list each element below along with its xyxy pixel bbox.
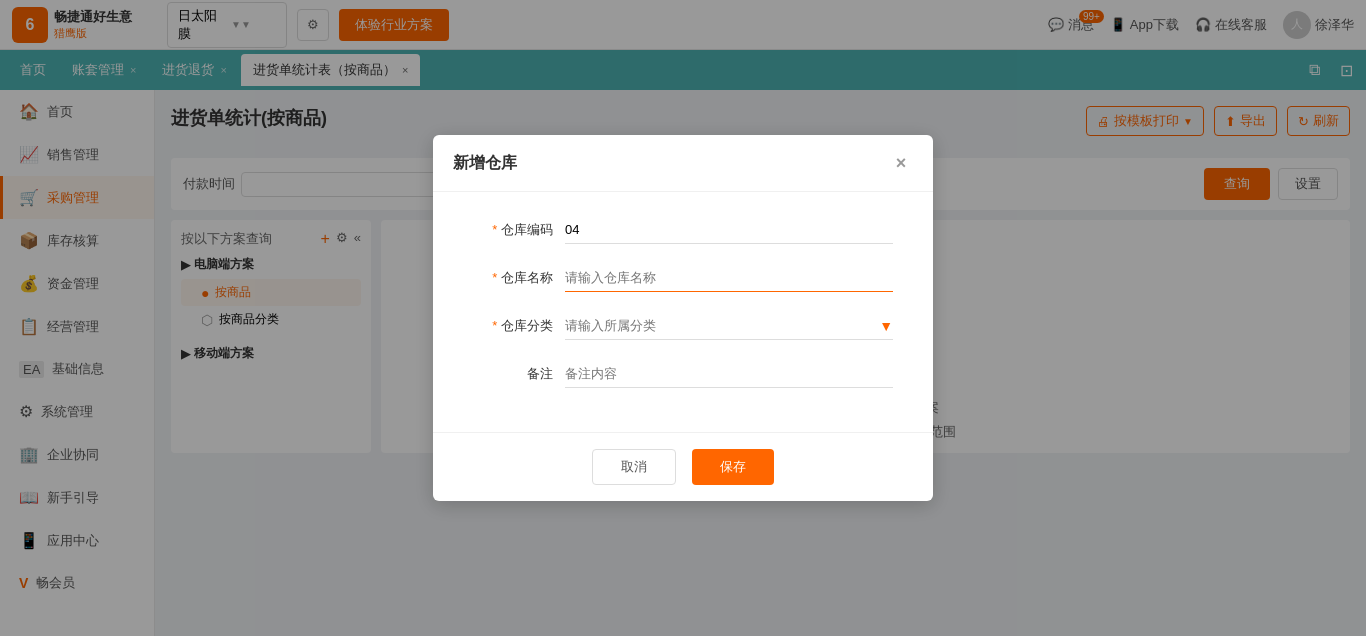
remark-input[interactable] <box>565 360 893 388</box>
form-row-category: * 仓库分类 ▼ <box>473 312 893 340</box>
remark-label: 备注 <box>473 365 553 383</box>
name-label: * 仓库名称 <box>473 269 553 287</box>
modal-close-button[interactable]: × <box>889 151 913 175</box>
form-row-code: * 仓库编码 <box>473 216 893 244</box>
category-select-wrapper: ▼ <box>565 312 893 340</box>
form-row-remark: 备注 <box>473 360 893 388</box>
modal-title: 新增仓库 <box>453 153 517 174</box>
category-label: * 仓库分类 <box>473 317 553 335</box>
code-input[interactable] <box>565 216 893 244</box>
code-label: * 仓库编码 <box>473 221 553 239</box>
required-mark: * <box>492 222 497 237</box>
modal-footer: 取消 保存 <box>433 432 933 501</box>
cancel-button[interactable]: 取消 <box>592 449 676 485</box>
modal-overlay[interactable]: 新增仓库 × * 仓库编码 * 仓库名称 <box>0 0 1366 636</box>
category-input[interactable] <box>565 312 879 339</box>
warehouse-modal: 新增仓库 × * 仓库编码 * 仓库名称 <box>433 135 933 501</box>
name-input[interactable] <box>565 264 893 292</box>
category-dropdown-icon[interactable]: ▼ <box>879 318 893 334</box>
required-mark: * <box>492 270 497 285</box>
modal-body: * 仓库编码 * 仓库名称 * 仓库分类 <box>433 192 933 432</box>
modal-header: 新增仓库 × <box>433 135 933 192</box>
required-mark: * <box>492 318 497 333</box>
save-button[interactable]: 保存 <box>692 449 774 485</box>
form-row-name: * 仓库名称 <box>473 264 893 292</box>
